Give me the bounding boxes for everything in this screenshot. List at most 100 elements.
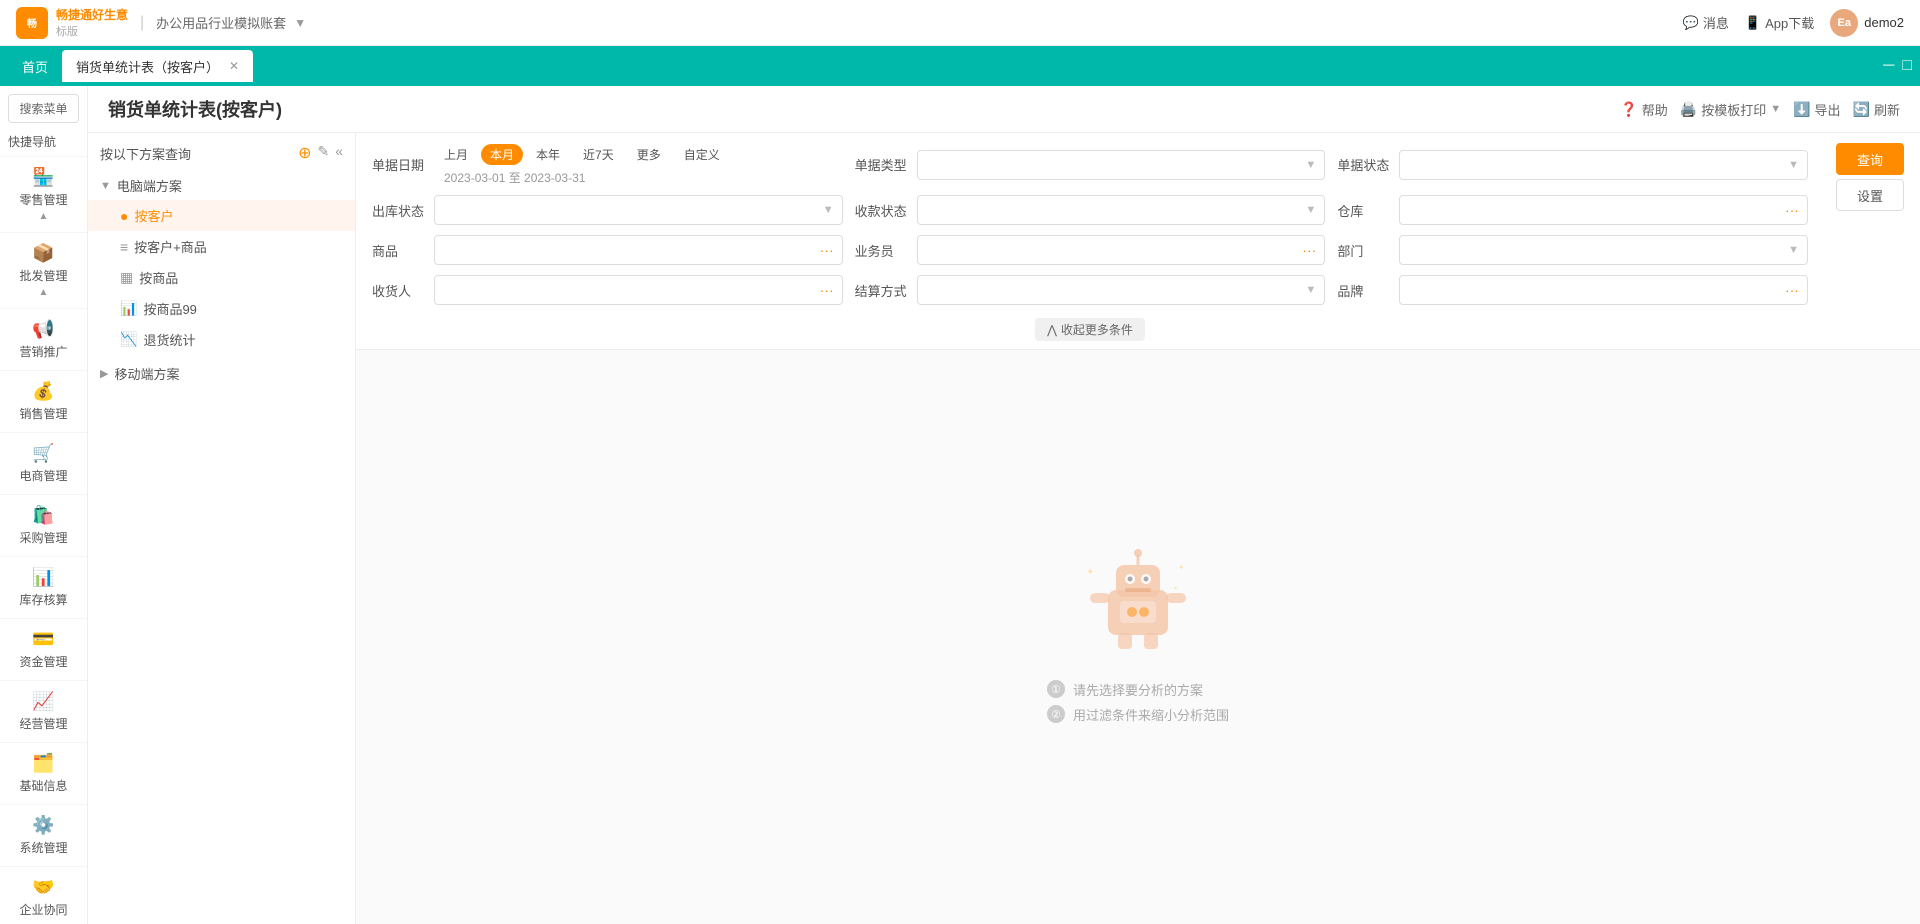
hint-number-1: ① xyxy=(1047,680,1065,698)
sidebar-search-area: 搜索菜单 xyxy=(0,86,87,127)
top-bar: 畅 畅捷通好生意 标版 | 办公用品行业模拟账套 ▼ 💬 消息 📱 App下载 … xyxy=(0,0,1920,46)
pay-status-label: 收款状态 xyxy=(855,201,911,220)
scheme-collapse-icon[interactable]: « xyxy=(335,143,343,163)
sidebar-item-marketing[interactable]: 📢 营销推广 xyxy=(0,309,87,371)
sidebar-item-ecom[interactable]: 🛒 电商管理 xyxy=(0,433,87,495)
doc-status-arrow-icon: ▼ xyxy=(1788,159,1799,171)
filter-doc-type: 单据类型 ▼ xyxy=(855,143,1326,186)
sidebar-item-ops[interactable]: 📈 经营管理 xyxy=(0,681,87,743)
settings-button[interactable]: 设置 xyxy=(1836,179,1904,211)
date-tab-last7[interactable]: 近7天 xyxy=(573,143,624,166)
filter-warehouse: 仓库 ··· xyxy=(1337,194,1808,226)
window-minimize-btn[interactable]: ─ xyxy=(1883,57,1894,75)
breadcrumb-arrow-icon[interactable]: ▼ xyxy=(294,16,306,30)
empty-hint-2: ② 用过滤条件来缩小分析范围 xyxy=(1047,705,1229,724)
top-bar-left: 畅 畅捷通好生意 标版 | 办公用品行业模拟账套 ▼ xyxy=(16,6,306,39)
sidebar-item-system[interactable]: ⚙️ 系统管理 xyxy=(0,805,87,867)
date-label: 单据日期 xyxy=(372,155,428,174)
doc-type-select[interactable]: ▼ xyxy=(917,150,1326,180)
date-tab-last-month[interactable]: 上月 xyxy=(434,143,478,166)
payment-arrow-icon: ▼ xyxy=(1305,284,1316,296)
warehouse-select[interactable]: ··· xyxy=(1399,195,1808,225)
sidebar-item-retail[interactable]: 🏪 零售管理 ▲ xyxy=(0,157,87,233)
sidebar-item-wholesale[interactable]: 📦 批发管理 ▲ xyxy=(0,233,87,309)
scheme-item-return-stat[interactable]: 📉 退货统计 xyxy=(88,324,355,355)
sidebar-item-corp[interactable]: 🤝 企业协同 xyxy=(0,867,87,924)
template-print-btn[interactable]: 🖨️ 按模板打印 ▼ xyxy=(1680,100,1781,119)
refresh-btn[interactable]: 🔄 刷新 xyxy=(1853,100,1900,119)
scheme-item-by-customer[interactable]: ● 按客户 xyxy=(88,200,355,231)
out-status-select[interactable]: ▼ xyxy=(434,195,843,225)
tab-home[interactable]: 首页 xyxy=(8,50,62,82)
doc-type-arrow-icon: ▼ xyxy=(1305,159,1316,171)
help-btn[interactable]: ❓ 帮助 xyxy=(1620,100,1667,119)
scheme-item-by-goods[interactable]: ▦ 按商品 xyxy=(88,262,355,293)
svg-text:✦: ✦ xyxy=(1178,563,1185,572)
retail-icon: 🏪 xyxy=(6,167,81,188)
salesperson-select[interactable]: ··· xyxy=(917,235,1326,265)
tab-close-icon[interactable]: ✕ xyxy=(229,59,239,73)
sidebar-item-basic[interactable]: 🗂️ 基础信息 xyxy=(0,743,87,805)
scheme-add-icon[interactable]: ⊕ xyxy=(298,143,311,163)
customer-goods-icon: ≡ xyxy=(120,239,128,255)
sidebar: 搜索菜单 快捷导航 🏪 零售管理 ▲ 📦 批发管理 ▲ 📢 营销推广 💰 销售管… xyxy=(0,86,88,924)
result-area: ✦ ✦ ✦ ① 请先选择要分析的方案 ② 用过滤条件来缩小分析范围 xyxy=(356,350,1920,924)
app-download-btn[interactable]: 📱 App下载 xyxy=(1745,13,1814,32)
scheme-group-desktop-header[interactable]: ▼ 电脑端方案 xyxy=(88,171,355,200)
scheme-item-by-goods-99[interactable]: 📊 按商品99 xyxy=(88,293,355,324)
out-status-arrow-icon: ▼ xyxy=(823,204,834,216)
date-tab-this-year[interactable]: 本年 xyxy=(526,143,570,166)
goods-label: 商品 xyxy=(372,241,428,260)
breadcrumb-title: 办公用品行业模拟账套 xyxy=(156,13,286,32)
receiver-select[interactable]: ··· xyxy=(434,275,843,305)
scheme-group-mobile-header[interactable]: ▶ 移动端方案 xyxy=(88,359,355,388)
date-tab-this-month[interactable]: 本月 xyxy=(481,144,523,165)
tab-sales-stat-label: 销货单统计表（按客户） xyxy=(76,57,219,76)
sidebar-item-purchase[interactable]: 🛍️ 采购管理 xyxy=(0,495,87,557)
payment-select[interactable]: ▼ xyxy=(917,275,1326,305)
goods-select[interactable]: ··· xyxy=(434,235,843,265)
doc-status-select[interactable]: ▼ xyxy=(1399,150,1808,180)
sidebar-item-sales[interactable]: 💰 销售管理 xyxy=(0,371,87,433)
scheme-item-label: 按客户 xyxy=(134,206,173,225)
sidebar-item-inventory[interactable]: 📊 库存核算 xyxy=(0,557,87,619)
sidebar-item-quick-nav[interactable]: 快捷导航 xyxy=(0,127,87,157)
below-tabs: 按以下方案查询 ⊕ ✎ « ▼ 电脑端方案 ● 按客户 xyxy=(88,133,1920,924)
system-icon: ⚙️ xyxy=(6,815,81,836)
export-btn[interactable]: ⬇️ 导出 xyxy=(1793,100,1840,119)
filter-row-4: 收货人 ··· 结算方式 xyxy=(372,274,1808,306)
scheme-panel-title: 按以下方案查询 xyxy=(100,144,191,163)
svg-text:✦: ✦ xyxy=(1173,585,1178,592)
query-button[interactable]: 查询 xyxy=(1836,143,1904,175)
scheme-item-label: 退货统计 xyxy=(143,330,195,349)
user-name: demo2 xyxy=(1864,15,1904,30)
brand-select[interactable]: ··· xyxy=(1399,275,1808,305)
tab-bar: 首页 销货单统计表（按客户） ✕ ─ □ xyxy=(0,46,1920,86)
scheme-edit-icon[interactable]: ✎ xyxy=(317,143,329,163)
print-arrow-icon: ▼ xyxy=(1770,103,1781,115)
filter-out-status: 出库状态 ▼ xyxy=(372,194,843,226)
scheme-actions: ⊕ ✎ « xyxy=(298,143,343,163)
department-select[interactable]: ▼ xyxy=(1399,235,1808,265)
main-layout: 搜索菜单 快捷导航 🏪 零售管理 ▲ 📦 批发管理 ▲ 📢 营销推广 💰 销售管… xyxy=(0,86,1920,924)
scheme-item-by-customer-goods[interactable]: ≡ 按客户+商品 xyxy=(88,231,355,262)
user-area[interactable]: Ea demo2 xyxy=(1830,9,1904,37)
pay-status-arrow-icon: ▼ xyxy=(1305,204,1316,216)
collapse-row: ⋀ 收起更多条件 xyxy=(372,314,1808,343)
empty-illustration: ✦ ✦ ✦ xyxy=(1078,545,1198,660)
ecom-icon: 🛒 xyxy=(6,443,81,464)
search-menu-btn[interactable]: 搜索菜单 xyxy=(8,94,79,123)
date-tab-more[interactable]: 更多 xyxy=(627,143,671,166)
tab-sales-stat[interactable]: 销货单统计表（按客户） ✕ xyxy=(62,50,253,82)
customer-icon: ● xyxy=(120,208,128,224)
date-tab-custom[interactable]: 自定义 xyxy=(674,143,730,166)
message-btn[interactable]: 💬 消息 xyxy=(1683,13,1729,32)
collapse-more-btn[interactable]: ⋀ 收起更多条件 xyxy=(1035,318,1145,341)
filter-date: 单据日期 上月 本月 本年 近7天 更多 自定义 2023-03-01 至 20… xyxy=(372,143,843,186)
pay-status-select[interactable]: ▼ xyxy=(917,195,1326,225)
basic-icon: 🗂️ xyxy=(6,753,81,774)
sidebar-item-finance[interactable]: 💳 资金管理 xyxy=(0,619,87,681)
warehouse-label: 仓库 xyxy=(1337,201,1393,220)
warehouse-ellipsis-icon: ··· xyxy=(1785,202,1799,218)
window-maximize-btn[interactable]: □ xyxy=(1902,57,1912,75)
